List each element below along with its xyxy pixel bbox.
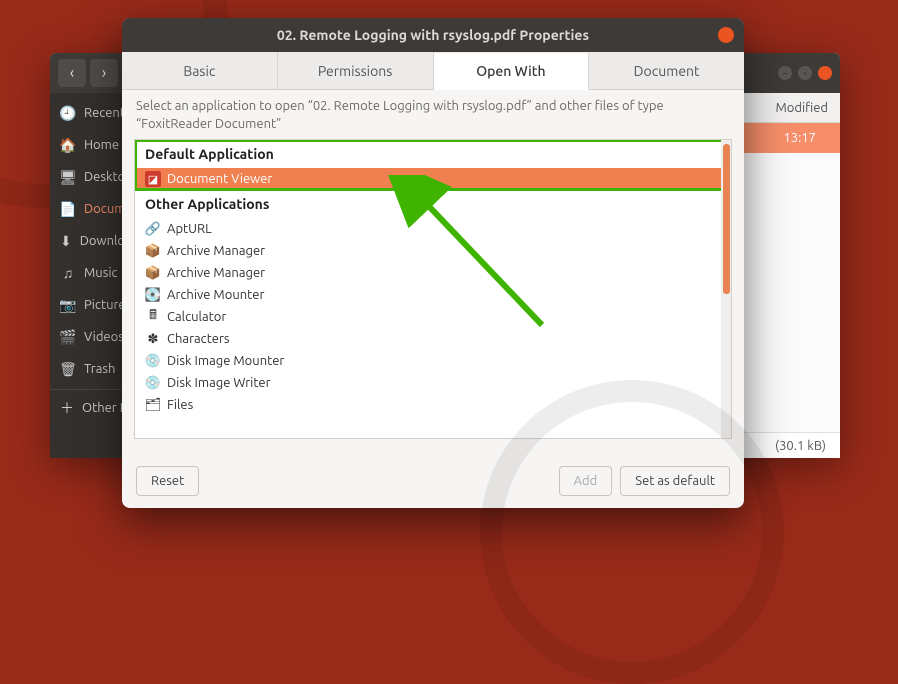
home-icon: 🏠 <box>60 137 76 153</box>
nav-back-button[interactable]: ‹ <box>58 59 86 87</box>
dialog-titlebar: 02. Remote Logging with rsyslog.pdf Prop… <box>122 18 744 52</box>
app-row-archive-manager-2[interactable]: 📦Archive Manager <box>135 262 731 284</box>
dialog-title: 02. Remote Logging with rsyslog.pdf Prop… <box>277 27 589 43</box>
tab-open-with[interactable]: Open With <box>434 53 590 90</box>
dialog-tabs: Basic Permissions Open With Document <box>122 52 744 90</box>
app-row-document-viewer[interactable]: ◪ Document Viewer <box>135 168 731 190</box>
document-viewer-icon: ◪ <box>145 171 161 187</box>
app-row-archive-mounter[interactable]: 💽Archive Mounter <box>135 284 731 306</box>
tab-document[interactable]: Document <box>589 52 744 89</box>
characters-icon: ✽ <box>145 331 161 347</box>
section-other-applications: Other Applications <box>135 190 731 218</box>
pictures-icon: 📷 <box>60 297 76 313</box>
calculator-icon: 🖩 <box>145 309 161 325</box>
disk-icon: 💿 <box>145 353 161 369</box>
clock-icon: 🕘 <box>60 105 76 121</box>
app-row-files[interactable]: 🗂Files <box>135 394 731 416</box>
set-as-default-button[interactable]: Set as default <box>620 466 730 496</box>
app-row-calculator[interactable]: 🖩Calculator <box>135 306 731 328</box>
trash-icon: 🗑 <box>60 361 76 377</box>
tab-basic[interactable]: Basic <box>122 52 278 89</box>
window-minimize-button[interactable]: – <box>778 66 792 80</box>
nav-forward-button[interactable]: › <box>90 59 118 87</box>
mounter-icon: 💽 <box>145 287 161 303</box>
tab-permissions[interactable]: Permissions <box>278 52 434 89</box>
files-icon: 🗂 <box>145 397 161 413</box>
scrollbar-thumb[interactable] <box>723 144 730 294</box>
desktop-icon: 🖥 <box>60 169 76 185</box>
app-row-apturl[interactable]: 🔗AptURL <box>135 218 731 240</box>
properties-dialog: 02. Remote Logging with rsyslog.pdf Prop… <box>122 18 744 508</box>
archive-icon: 📦 <box>145 243 161 259</box>
app-row-characters[interactable]: ✽Characters <box>135 328 731 350</box>
app-row-disk-image-writer[interactable]: 💿Disk Image Writer <box>135 372 731 394</box>
dialog-close-button[interactable] <box>718 27 734 43</box>
apturl-icon: 🔗 <box>145 221 161 237</box>
annotation-highlight: Default Application ◪ Document Viewer <box>135 140 731 190</box>
app-row-disk-image-mounter[interactable]: 💿Disk Image Mounter <box>135 350 731 372</box>
scrollbar-track[interactable] <box>721 140 731 438</box>
add-button[interactable]: Add <box>559 466 613 496</box>
disk-icon: 💿 <box>145 375 161 391</box>
application-list: Default Application ◪ Document Viewer Ot… <box>134 139 732 439</box>
dialog-footer: Reset Add Set as default <box>122 456 744 508</box>
app-row-archive-manager[interactable]: 📦Archive Manager <box>135 240 731 262</box>
videos-icon: 🎬 <box>60 329 76 345</box>
plus-icon: ＋ <box>60 400 74 416</box>
download-icon: ⬇ <box>60 233 72 249</box>
dialog-description: Select an application to open “02. Remot… <box>122 90 744 139</box>
document-icon: 📄 <box>60 201 76 217</box>
reset-button[interactable]: Reset <box>136 466 199 496</box>
archive-icon: 📦 <box>145 265 161 281</box>
music-icon: ♫ <box>60 265 76 281</box>
window-close-button[interactable] <box>818 66 832 80</box>
window-maximize-button[interactable]: ▫ <box>798 66 812 80</box>
section-default-application: Default Application <box>135 140 731 168</box>
